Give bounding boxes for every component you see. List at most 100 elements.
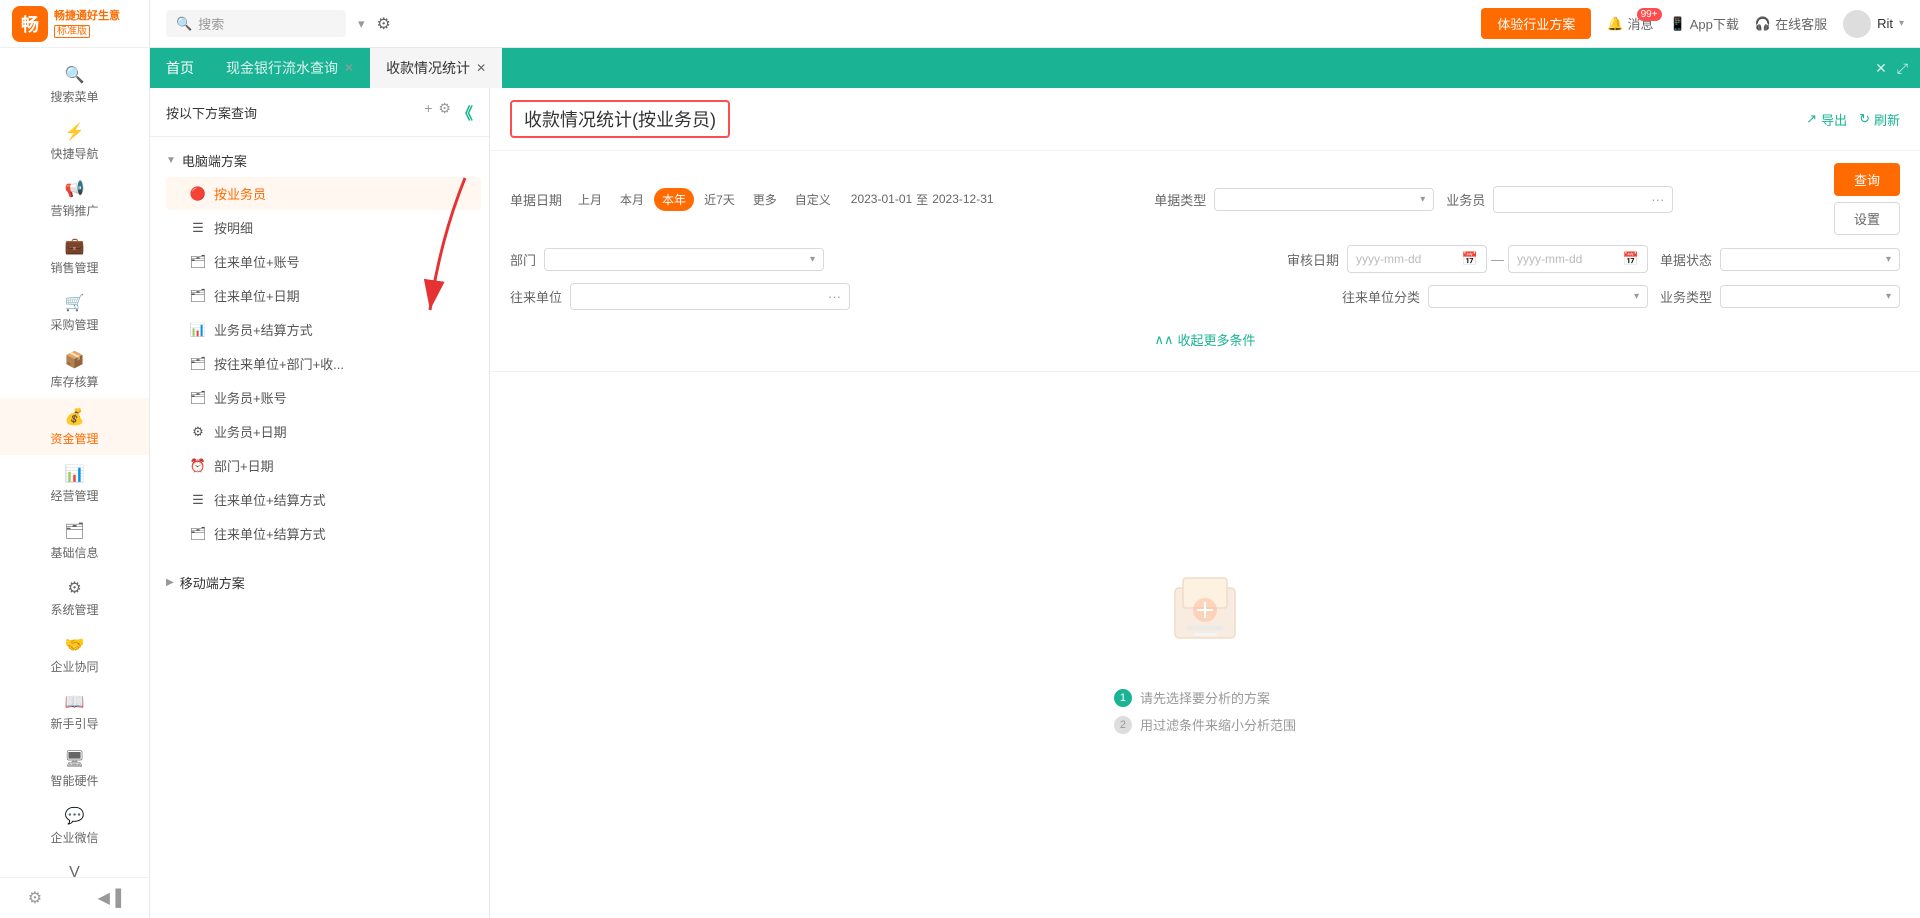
tab-receipt-stats[interactable]: 收款情况统计✕ — [370, 48, 502, 88]
tab-close-receipt-stats[interactable]: ✕ — [476, 61, 486, 75]
counterpart-cat-arrow: ▾ — [1634, 291, 1639, 302]
scheme-item-dept-date[interactable]: ⏰部门+日期 — [166, 449, 481, 482]
sidebar-settings-btn[interactable]: ⚙ — [28, 888, 42, 908]
sidebar-item-system[interactable]: ⚙系统管理 — [0, 569, 149, 626]
online-service-btn[interactable]: 🎧 在线客服 — [1755, 14, 1827, 33]
query-btn[interactable]: 查询 — [1834, 163, 1900, 196]
scheme-item-supplier-date[interactable]: 🗂 往来单位+日期 — [166, 279, 481, 312]
sidebar-item-search-menu[interactable]: 🔍搜索菜单 — [0, 56, 149, 113]
review-date-to[interactable]: yyyy-mm-dd 📅 — [1508, 245, 1648, 273]
app-download-btn[interactable]: 📱 App下载 — [1670, 14, 1739, 33]
sidebar-label-marketing: 营销推广 — [50, 202, 98, 219]
scheme-label-supplier-date: 往来单位+日期 — [214, 286, 300, 305]
counterpart-more[interactable]: ··· — [828, 289, 841, 304]
scheme-group-title-mobile[interactable]: ▶移动端方案 — [150, 567, 489, 598]
date-label: 单据日期 — [510, 190, 562, 209]
messages-btn[interactable]: 🔔 消息 99+ — [1607, 14, 1653, 33]
sidebar-icon-search-menu: 🔍 — [64, 64, 86, 86]
empty-step-2: 2 用过滤条件来缩小分析范围 — [1114, 715, 1296, 734]
close-window-btn[interactable]: ✕ — [1875, 60, 1887, 77]
date-tab-more[interactable]: 更多 — [745, 188, 785, 211]
filter-add-btn[interactable]: + — [424, 100, 432, 124]
counterpart-select[interactable]: ··· — [570, 283, 850, 310]
topbar-gear-icon[interactable]: ⚙ — [377, 14, 391, 34]
filter-collapse-btn[interactable]: 《 — [457, 100, 473, 124]
scheme-label-supplier-account: 往来单位+账号 — [214, 252, 300, 271]
biz-type-select[interactable]: ▾ — [1720, 285, 1900, 308]
date-filter: 单据日期 上月本月本年近7天更多自定义 2023-01-01 至 2023-12… — [510, 188, 994, 211]
sidebar-item-purchase[interactable]: 🛒采购管理 — [0, 284, 149, 341]
sidebar-item-member[interactable]: V畅会员 — [0, 854, 149, 877]
tab-bank-flow[interactable]: 现金银行流水查询✕ — [210, 48, 370, 88]
salesperson-select[interactable]: ··· — [1493, 186, 1673, 213]
sidebar-icon-inventory: 📦 — [64, 349, 86, 371]
sidebar-icon-sales: 💼 — [64, 235, 86, 257]
sidebar-item-sales[interactable]: 💼销售管理 — [0, 227, 149, 284]
logo-icon: 畅 — [12, 6, 48, 42]
doc-status-select[interactable]: ▾ — [1720, 248, 1900, 271]
trial-btn[interactable]: 体验行业方案 — [1481, 8, 1591, 39]
date-tab-last-month[interactable]: 上月 — [570, 188, 610, 211]
counterpart-cat-select[interactable]: ▾ — [1428, 285, 1648, 308]
sidebar-item-finance[interactable]: 💰资金管理 — [0, 398, 149, 455]
window-buttons: ✕⤢ — [1875, 60, 1920, 77]
scheme-group-title-desktop[interactable]: ▼电脑端方案 — [150, 145, 489, 176]
date-tab-last-7[interactable]: 近7天 — [696, 188, 743, 211]
sidebar-label-guide: 新手引导 — [50, 715, 98, 732]
date-tab-this-year[interactable]: 本年 — [654, 188, 694, 211]
scheme-item-supplier-method2[interactable]: ☰往来单位+结算方式 — [166, 483, 481, 516]
scheme-item-by-detail[interactable]: ☰按明细 — [166, 211, 481, 244]
sidebar-item-business[interactable]: 📊经营管理 — [0, 455, 149, 512]
scheme-item-salesperson-date[interactable]: ⚙业务员+日期 — [166, 415, 481, 448]
sidebar-icon-basic: 🗂 — [64, 520, 86, 542]
date-tab-this-month[interactable]: 本月 — [612, 188, 652, 211]
sidebar-item-corp[interactable]: 🤝企业协同 — [0, 626, 149, 683]
tab-close-bank-flow[interactable]: ✕ — [344, 61, 354, 75]
sidebar-collapse-btn[interactable]: ◀▐ — [98, 888, 122, 908]
scheme-item-supplier-dept[interactable]: 🗂按往来单位+部门+收... — [166, 347, 481, 380]
more-dots[interactable]: ··· — [1651, 192, 1664, 207]
sidebar-icon-business: 📊 — [64, 463, 86, 485]
doc-type-filter: 单据类型 ▾ — [1154, 188, 1434, 211]
collapse-bar[interactable]: ∧∧ 收起更多条件 — [510, 320, 1900, 359]
page-header: 收款情况统计(按业务员) ↗ 导出 ↻ 刷新 — [490, 88, 1920, 151]
filter-setting-btn[interactable]: ⚙ — [438, 100, 451, 124]
review-date-from[interactable]: yyyy-mm-dd 📅 — [1347, 245, 1487, 273]
topbar-dropdown-arrow[interactable]: ▾ — [358, 16, 365, 32]
headset-icon: 🎧 — [1755, 16, 1771, 32]
sidebar-item-hardware[interactable]: 🖥智能硬件 — [0, 740, 149, 797]
sidebar-item-marketing[interactable]: 📢营销推广 — [0, 170, 149, 227]
logo-text: 畅捷通好生意 标准版 — [54, 9, 120, 38]
sidebar-item-inventory[interactable]: 📦库存核算 — [0, 341, 149, 398]
search-box[interactable]: 🔍 搜索 — [166, 10, 346, 37]
left-panel: 按以下方案查询 + ⚙ 《 ▼电脑端方案🔴按业务员☰按明细🗂往来单位+账号🗂往来… — [150, 88, 490, 918]
dept-select[interactable]: ▾ — [544, 248, 824, 271]
scheme-item-salesperson-account[interactable]: 🗂业务员+账号 — [166, 381, 481, 414]
export-btn[interactable]: ↗ 导出 — [1806, 110, 1847, 129]
sidebar-item-wechat[interactable]: 💬企业微信 — [0, 797, 149, 854]
tab-home[interactable]: 首页 — [150, 48, 210, 88]
user-area[interactable]: Rit ▾ — [1843, 10, 1904, 38]
scheme-item-supplier-account[interactable]: 🗂往来单位+账号 — [166, 245, 481, 278]
sidebar-item-basic[interactable]: 🗂基础信息 — [0, 512, 149, 569]
sidebar-item-quick-nav[interactable]: ⚡快捷导航 — [0, 113, 149, 170]
counterpart-filter: 往来单位 ··· — [510, 283, 850, 310]
date-tab-custom[interactable]: 自定义 — [787, 188, 839, 211]
setting-btn[interactable]: 设置 — [1834, 202, 1900, 235]
sidebar-item-guide[interactable]: 📖新手引导 — [0, 683, 149, 740]
filter-header: 按以下方案查询 + ⚙ 《 — [150, 88, 489, 137]
doc-type-label: 单据类型 — [1154, 190, 1206, 209]
refresh-btn[interactable]: ↻ 刷新 — [1859, 110, 1900, 129]
scheme-icon-supplier-date: 🗂 — [190, 288, 206, 304]
scheme-label-salesperson-method: 业务员+结算方式 — [214, 320, 313, 339]
search-placeholder: 搜索 — [198, 14, 224, 33]
maximize-btn[interactable]: ⤢ — [1897, 60, 1908, 77]
scheme-label-salesperson-account: 业务员+账号 — [214, 388, 287, 407]
scheme-item-salesperson-method[interactable]: 📊业务员+结算方式 — [166, 313, 481, 346]
scheme-item-by-salesperson[interactable]: 🔴按业务员 — [166, 177, 481, 210]
sidebar-label-system: 系统管理 — [50, 601, 98, 618]
sidebar-icon-wechat: 💬 — [64, 805, 86, 827]
doc-type-select[interactable]: ▾ — [1214, 188, 1434, 211]
doc-status-filter: 单据状态 ▾ — [1660, 248, 1900, 271]
scheme-item-supplier-method3[interactable]: 🗂往来单位+结算方式 — [166, 517, 481, 550]
